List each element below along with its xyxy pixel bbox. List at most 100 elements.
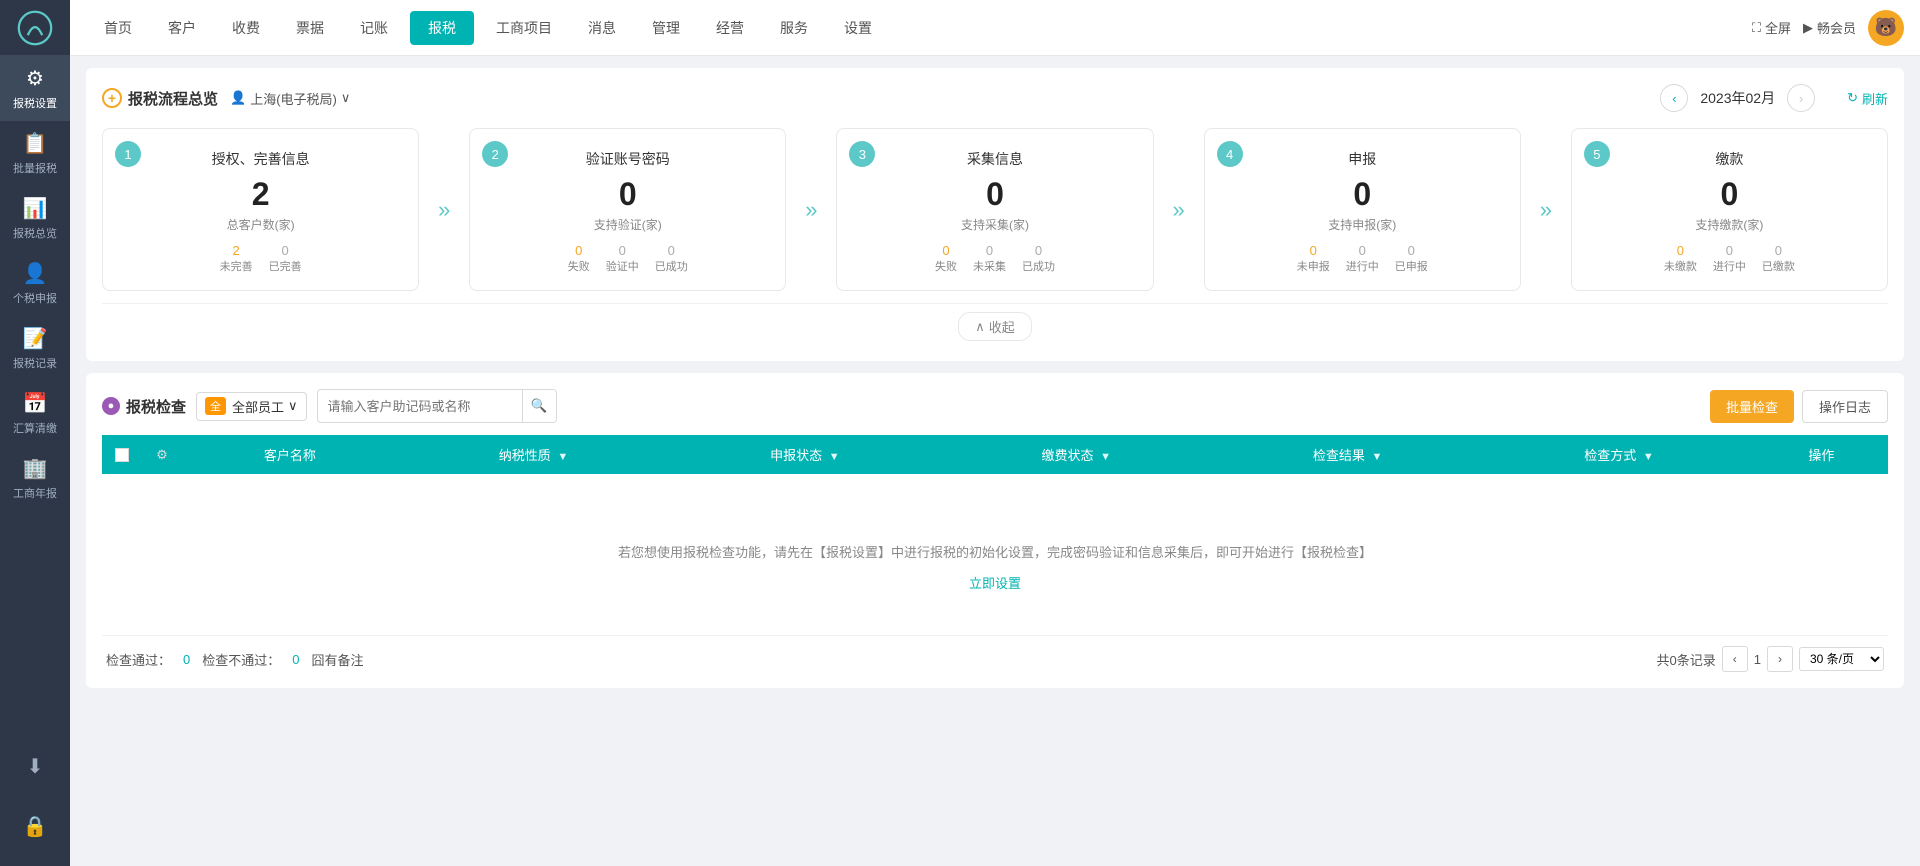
nav-commerce[interactable]: 工商项目 [478, 0, 570, 56]
empty-state: 若您想使用报税检查功能，请先在【报税设置】中进行报税的初始化设置，完成密码验证和… [110, 482, 1880, 632]
nav-accounting[interactable]: 记账 [342, 0, 406, 56]
sidebar-item-tax-record-label: 报税记录 [13, 355, 57, 371]
refresh-button[interactable]: ↻ 刷新 [1847, 89, 1888, 108]
flow-card-payment: 5 缴款 0 支持缴款(家) 0 未缴款 0 进行中 [1571, 128, 1888, 291]
nav-operation[interactable]: 经营 [698, 0, 762, 56]
flow-stat-failed: 0 失败 [568, 243, 590, 274]
table-header-tax-type: 纳税性质 ▼ [398, 435, 669, 474]
prev-month-button[interactable]: ‹ [1660, 84, 1688, 112]
nav-message[interactable]: 消息 [570, 0, 634, 56]
flow-card-stats-4: 0 未申报 0 进行中 0 已申报 [1221, 243, 1504, 274]
flow-card-desc-4: 支持申报(家) [1221, 216, 1504, 233]
declare-status-filter-icon[interactable]: ▼ [829, 451, 840, 463]
nav-home[interactable]: 首页 [86, 0, 150, 56]
flow-card-count-5: 0 [1588, 177, 1871, 212]
collapse-bar: ∧ 收起 [102, 303, 1888, 345]
flow-stat-complete: 0 已完善 [269, 243, 302, 274]
check-result-filter-icon[interactable]: ▼ [1371, 451, 1382, 463]
flow-overview-panel: + 报税流程总览 👤 上海(电子税局) ∨ ‹ 2023年02月 › ↻ 刷新 [86, 68, 1904, 361]
vip-icon: ▶ [1803, 20, 1813, 36]
annual-report-icon: 🏢 [23, 456, 48, 481]
first-page-button[interactable]: ‹ [1722, 646, 1748, 672]
flow-card-desc-2: 支持验证(家) [486, 216, 769, 233]
flow-stat-paying: 0 进行中 [1713, 243, 1746, 274]
collapse-icon: ∧ [975, 319, 985, 335]
nav-service[interactable]: 服务 [762, 0, 826, 56]
tax-type-filter-icon[interactable]: ▼ [557, 451, 568, 463]
flow-card-stats-1: 2 未完善 0 已完善 [119, 243, 402, 274]
flow-card-count-4: 0 [1221, 177, 1504, 212]
sidebar-item-tax-record[interactable]: 📝 报税记录 [0, 316, 70, 381]
location-icon: 👤 [230, 90, 246, 106]
table-header-operation: 操作 [1755, 435, 1888, 474]
check-method-filter-icon[interactable]: ▼ [1643, 451, 1654, 463]
search-icon: 🔍 [531, 398, 548, 414]
pass-label: 检查通过： [106, 650, 171, 669]
personal-tax-icon: 👤 [23, 261, 48, 286]
sidebar-item-batch-tax[interactable]: 📋 批量报税 [0, 121, 70, 186]
vip-button[interactable]: ▶ 畅会员 [1803, 18, 1856, 37]
search-box: 🔍 [317, 389, 557, 423]
nav-tax[interactable]: 报税 [410, 11, 474, 45]
flow-arrow-1: » [419, 197, 469, 223]
select-all-checkbox[interactable] [115, 448, 129, 462]
next-page-button[interactable]: › [1767, 646, 1793, 672]
nav-manage[interactable]: 管理 [634, 0, 698, 56]
flow-stat-collect-failed: 0 失败 [935, 243, 957, 274]
staff-selector[interactable]: 全 全部员工 ∨ [196, 392, 307, 421]
search-input[interactable] [318, 393, 522, 420]
sidebar-item-personal-tax[interactable]: 👤 个税申报 [0, 251, 70, 316]
fullscreen-icon: ⛶ [1752, 20, 1761, 36]
operation-log-button[interactable]: 操作日志 [1802, 390, 1888, 423]
table-settings-icon[interactable]: ⚙ [156, 447, 168, 462]
location-selector[interactable]: 👤 上海(电子税局) ∨ [230, 89, 350, 108]
nav-charge[interactable]: 收费 [214, 0, 278, 56]
sidebar-item-tax-settings[interactable]: ⚙ 报税设置 [0, 56, 70, 121]
batch-check-button[interactable]: 批量检查 [1710, 390, 1794, 423]
download-icon: ⬇ [27, 754, 44, 779]
flow-card-stats-2: 0 失败 0 验证中 0 已成功 [486, 243, 769, 274]
nav-customer[interactable]: 客户 [150, 0, 214, 56]
sidebar-item-tax-overview-label: 报税总览 [13, 225, 57, 241]
flow-stat-not-declared: 0 未申报 [1297, 243, 1330, 274]
sidebar-item-settlement[interactable]: 📅 汇算清缴 [0, 381, 70, 446]
flow-header: + 报税流程总览 👤 上海(电子税局) ∨ ‹ 2023年02月 › ↻ 刷新 [102, 84, 1888, 112]
topbar: 首页 客户 收费 票据 记账 报税 工商项目 消息 管理 经营 服务 设置 ⛶ … [70, 0, 1920, 56]
flow-arrow-2: » [786, 197, 836, 223]
pagination: 共0条记录 ‹ 1 › 30 条/页 50 条/页 100 条/页 [1657, 646, 1884, 672]
fail-count[interactable]: 0 [292, 652, 299, 667]
flow-arrow-4: » [1521, 197, 1571, 223]
sidebar-item-lock[interactable]: 🔒 [19, 796, 52, 856]
check-table: ⚙ 客户名称 纳税性质 ▼ 申报状态 ▼ [102, 435, 1888, 635]
flow-stat-declared: 0 已申报 [1395, 243, 1428, 274]
per-page-select[interactable]: 30 条/页 50 条/页 100 条/页 [1799, 647, 1884, 671]
flow-stat-not-paid: 0 未缴款 [1664, 243, 1697, 274]
current-month: 2023年02月 [1700, 88, 1775, 108]
sidebar-item-download[interactable]: ⬇ [19, 736, 52, 796]
sidebar: ⚙ 报税设置 📋 批量报税 📊 报税总览 👤 个税申报 📝 报税记录 📅 汇算清… [0, 0, 70, 866]
setup-link[interactable]: 立即设置 [130, 573, 1860, 592]
search-button[interactable]: 🔍 [522, 390, 556, 422]
next-month-button[interactable]: › [1787, 84, 1815, 112]
table-header-check-result: 检查结果 ▼ [1212, 435, 1483, 474]
flow-card-title-3: 采集信息 [853, 149, 1136, 169]
nav-invoice[interactable]: 票据 [278, 0, 342, 56]
flow-stat-collected: 0 已成功 [1022, 243, 1055, 274]
current-page: 1 [1754, 652, 1761, 667]
sidebar-item-tax-overview[interactable]: 📊 报税总览 [0, 186, 70, 251]
refresh-icon: ↻ [1847, 90, 1858, 106]
empty-state-cell: 若您想使用报税检查功能，请先在【报税设置】中进行报税的初始化设置，完成密码验证和… [102, 474, 1888, 635]
flow-stat-verifying: 0 验证中 [606, 243, 639, 274]
collapse-button[interactable]: ∧ 收起 [958, 312, 1032, 341]
pass-count[interactable]: 0 [183, 652, 190, 667]
topbar-right: ⛶ 全屏 ▶ 畅会员 🐻 [1752, 10, 1904, 46]
flow-cards: 1 授权、完善信息 2 总客户数(家) 2 未完善 0 已完善 [102, 128, 1888, 291]
fullscreen-button[interactable]: ⛶ 全屏 [1752, 18, 1791, 37]
nav-settings[interactable]: 设置 [826, 0, 890, 56]
batch-tax-icon: 📋 [23, 131, 48, 156]
sidebar-item-batch-tax-label: 批量报税 [13, 160, 57, 176]
avatar[interactable]: 🐻 [1868, 10, 1904, 46]
pay-status-filter-icon[interactable]: ▼ [1100, 451, 1111, 463]
month-navigation: ‹ 2023年02月 › [1660, 84, 1815, 112]
sidebar-item-annual-report[interactable]: 🏢 工商年报 [0, 446, 70, 511]
